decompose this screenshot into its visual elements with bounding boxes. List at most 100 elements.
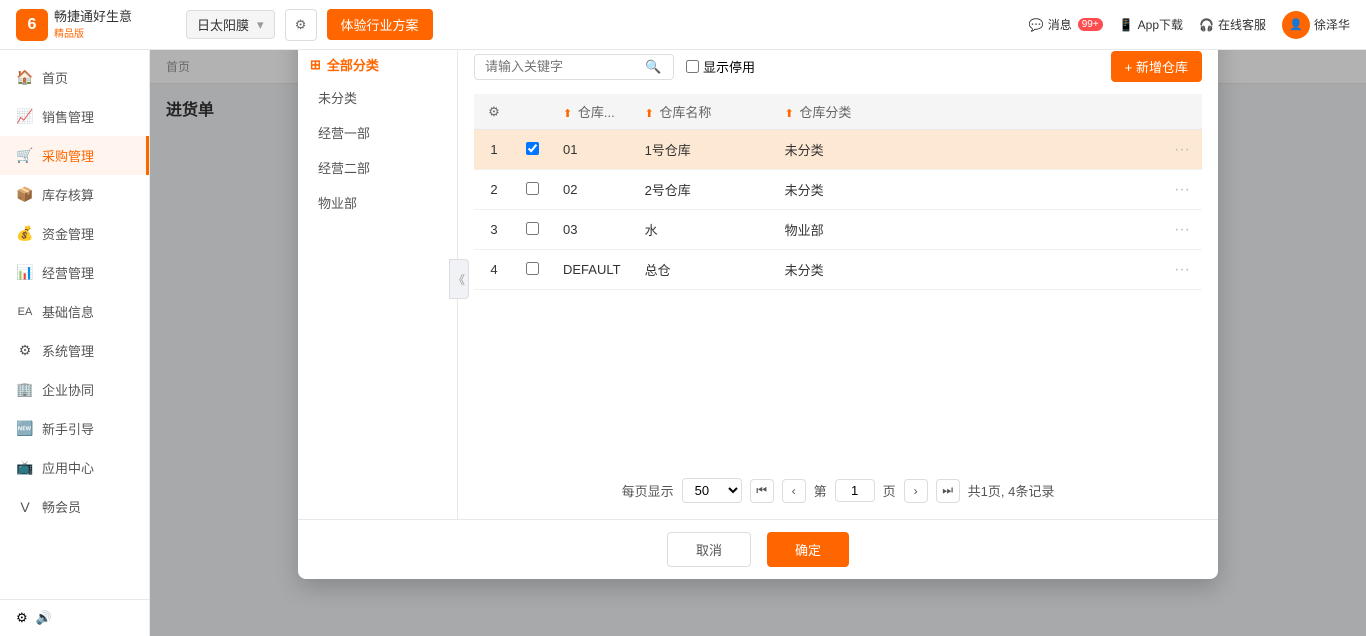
row-code-1: 02: [551, 170, 633, 210]
notifications-label: 消息: [1048, 16, 1072, 33]
dialog-footer: 取消 确定: [298, 519, 1218, 579]
sort-icon-name: ⬆: [645, 108, 654, 120]
row-name-0: 1号仓库: [633, 130, 773, 170]
store-selector[interactable]: 日太阳膜 ▾: [186, 10, 275, 39]
row-actions-1[interactable]: ···: [1162, 170, 1202, 210]
sidebar-item-enterprise[interactable]: 🏢企业协同: [0, 370, 149, 409]
row-menu-0[interactable]: ···: [1174, 141, 1190, 158]
page-unit: 页: [883, 481, 896, 500]
sidebar-item-system[interactable]: ⚙系统管理: [0, 331, 149, 370]
table-panel: 🔍 显示停用 + 新增仓库 ⚙: [458, 50, 1218, 519]
sidebar-label-enterprise: 企业协同: [42, 380, 94, 399]
row-menu-3[interactable]: ···: [1174, 261, 1190, 278]
sidebar-label-purchase: 采购管理: [42, 146, 94, 165]
tree-item-经营二部[interactable]: 经营二部: [298, 150, 457, 185]
row-check-1[interactable]: [514, 170, 551, 210]
sidebar: 🏠首页📈销售管理 🛒 采购管理 📦库存核算 💰 资金管理 📊经营管理EA基础信息⚙系统管理🏢…: [0, 50, 150, 636]
settings-button[interactable]: ⚙: [285, 9, 317, 41]
warehouse-table: ⚙ ⬆ 仓库... ⬆ 仓库名称: [474, 94, 1202, 290]
col-name: ⬆ 仓库名称: [633, 94, 773, 130]
sidebar-item-purchase[interactable]: 🛒 采购管理: [0, 136, 149, 175]
show-disabled-label[interactable]: 显示停用: [686, 57, 755, 76]
sidebar-icon-operations: 📊: [16, 264, 34, 282]
logo-text: 畅捷通好生意: [54, 9, 132, 26]
row-checkbox-1[interactable]: [526, 182, 539, 195]
sidebar-item-home[interactable]: 🏠首页: [0, 58, 149, 97]
table-toolbar: 🔍 显示停用 + 新增仓库: [474, 51, 1202, 82]
row-checkbox-0[interactable]: [526, 142, 539, 155]
trial-button[interactable]: 体验行业方案: [327, 9, 433, 40]
row-actions-0[interactable]: ···: [1162, 130, 1202, 170]
next-page-button[interactable]: ›: [904, 479, 928, 503]
avatar-icon: 👤: [1289, 18, 1303, 31]
tree-collapse-button[interactable]: 《: [449, 259, 469, 299]
search-input[interactable]: [485, 59, 645, 74]
app-download-item[interactable]: 📱 App下载: [1119, 16, 1183, 33]
row-actions-3[interactable]: ···: [1162, 250, 1202, 290]
sidebar-item-finance[interactable]: 💰 资金管理: [0, 214, 149, 253]
tree-item-经营一部[interactable]: 经营一部: [298, 115, 457, 150]
warehouse-dialog: 仓库 × ⊞ 全部分类 未分类经营一部经营二部物业部 《: [298, 50, 1218, 579]
row-checkbox-3[interactable]: [526, 262, 539, 275]
sidebar-item-vip[interactable]: V畅会员: [0, 487, 149, 526]
sidebar-label-vip: 畅会员: [42, 497, 81, 516]
tree-all-label: 全部分类: [327, 55, 379, 74]
tree-item-物业部[interactable]: 物业部: [298, 185, 457, 220]
sidebar-item-basic[interactable]: EA基础信息: [0, 292, 149, 331]
table-row[interactable]: 1 01 1号仓库 未分类 ···: [474, 130, 1202, 170]
col-category: ⬆ 仓库分类: [773, 94, 1162, 130]
col-code: ⬆ 仓库...: [551, 94, 633, 130]
col-check: [514, 94, 551, 130]
row-menu-1[interactable]: ···: [1174, 181, 1190, 198]
headset-icon: 🎧: [1199, 18, 1214, 32]
show-disabled-checkbox[interactable]: [686, 60, 699, 73]
table-row[interactable]: 4 DEFAULT 总仓 未分类 ···: [474, 250, 1202, 290]
table-row[interactable]: 2 02 2号仓库 未分类 ···: [474, 170, 1202, 210]
table-row[interactable]: 3 03 水 物业部 ···: [474, 210, 1202, 250]
row-check-2[interactable]: [514, 210, 551, 250]
sidebar-item-guide[interactable]: 🆕新手引导: [0, 409, 149, 448]
sidebar-label-finance: 资金管理: [42, 224, 94, 243]
first-page-button[interactable]: ⏮: [750, 479, 774, 503]
row-name-2: 水: [633, 210, 773, 250]
notifications-item[interactable]: 💬 消息 99+: [1029, 16, 1103, 33]
row-checkbox-2[interactable]: [526, 222, 539, 235]
user-item[interactable]: 👤 徐泽华: [1282, 11, 1350, 39]
sound-icon[interactable]: 🔊: [36, 610, 52, 626]
row-category-3: 未分类: [773, 250, 1162, 290]
dialog-body: ⊞ 全部分类 未分类经营一部经营二部物业部 《 🔍: [298, 50, 1218, 519]
settings-bottom-icon[interactable]: ⚙: [16, 610, 28, 626]
phone-icon: 📱: [1119, 18, 1134, 32]
search-icon[interactable]: 🔍: [645, 59, 661, 75]
table-container: ⚙ ⬆ 仓库... ⬆ 仓库名称: [474, 94, 1202, 466]
sidebar-item-inventory[interactable]: 📦库存核算: [0, 175, 149, 214]
row-name-3: 总仓: [633, 250, 773, 290]
row-category-2: 物业部: [773, 210, 1162, 250]
confirm-button[interactable]: 确定: [767, 532, 849, 567]
prev-page-button[interactable]: ‹: [782, 479, 806, 503]
last-page-button[interactable]: ⏭: [936, 479, 960, 503]
online-service-item[interactable]: 🎧 在线客服: [1199, 16, 1266, 33]
tree-all-category[interactable]: ⊞ 全部分类: [298, 50, 457, 80]
sidebar-icon-purchase: 🛒: [16, 147, 34, 165]
app-download-label: App下载: [1138, 16, 1183, 33]
sidebar-icon-system: ⚙: [16, 342, 34, 360]
sidebar-item-sales[interactable]: 📈销售管理: [0, 97, 149, 136]
page-size-select[interactable]: 50 100 200: [682, 478, 742, 503]
row-check-0[interactable]: [514, 130, 551, 170]
cancel-button[interactable]: 取消: [667, 532, 751, 567]
sidebar-item-app_center[interactable]: 📺应用中心: [0, 448, 149, 487]
sidebar-icon-finance: 💰: [16, 225, 34, 243]
page-input[interactable]: 1: [835, 479, 875, 502]
tree-item-未分类[interactable]: 未分类: [298, 80, 457, 115]
row-check-3[interactable]: [514, 250, 551, 290]
sidebar-item-operations[interactable]: 📊经营管理: [0, 253, 149, 292]
sidebar-label-home: 首页: [42, 68, 68, 87]
row-actions-2[interactable]: ···: [1162, 210, 1202, 250]
row-gear-0: 1: [474, 130, 514, 170]
sidebar-icon-inventory: 📦: [16, 186, 34, 204]
sidebar-icon-basic: EA: [16, 303, 34, 321]
row-menu-2[interactable]: ···: [1174, 221, 1190, 238]
col-gear: ⚙: [474, 94, 514, 130]
add-warehouse-button[interactable]: + 新增仓库: [1111, 51, 1202, 82]
